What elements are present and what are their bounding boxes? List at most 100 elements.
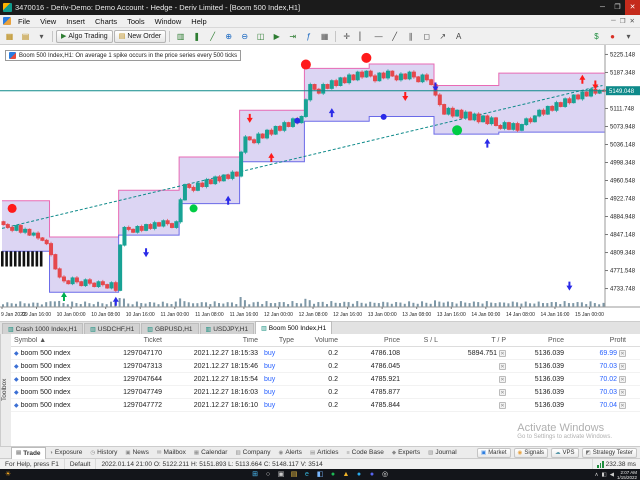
toolbox-tab-mailbox[interactable]: ✉Mailbox: [153, 447, 190, 459]
algo-trading-button[interactable]: ▶Algo Trading: [56, 30, 113, 43]
vertical-line-button[interactable]: ▏: [355, 29, 370, 43]
column-header-sl[interactable]: S / L: [403, 337, 441, 344]
chart-tab-crash-1000-index-h1[interactable]: ▥Crash 1000 Index,H1: [2, 323, 83, 334]
zoom-in-button[interactable]: ⊕: [221, 29, 236, 43]
chart-restore-button[interactable]: ❐: [620, 17, 626, 25]
close-position-button[interactable]: ✕: [619, 402, 626, 409]
column-header-ticket[interactable]: Ticket: [99, 337, 165, 344]
volume-icon[interactable]: ◀: [610, 472, 614, 478]
column-header-tp[interactable]: T / P: [441, 337, 509, 344]
menu-file[interactable]: File: [13, 17, 35, 26]
network-icon[interactable]: ◧: [602, 472, 607, 478]
store-icon[interactable]: ◧: [315, 470, 325, 480]
search-icon[interactable]: ○: [263, 470, 273, 480]
column-header-profit[interactable]: Profit: [567, 337, 629, 344]
browser-icon[interactable]: ◎: [380, 470, 390, 480]
file-explorer-icon[interactable]: ▤: [289, 470, 299, 480]
status-connection[interactable]: 232.38 ms: [593, 461, 640, 468]
timeframes-button[interactable]: ▦: [317, 29, 332, 43]
profiles-dropdown-button[interactable]: ▾: [34, 29, 49, 43]
text-tool-button[interactable]: A: [451, 29, 466, 43]
column-header-price[interactable]: Price: [341, 337, 403, 344]
toolbox-tab-experts[interactable]: ◆Experts: [388, 447, 424, 459]
tray-chevron-icon[interactable]: ∧: [595, 472, 599, 478]
position-row[interactable]: ◆boom 500 index12970477722021.12.27 18:1…: [11, 399, 640, 412]
column-header-symbol[interactable]: Symbol ▲: [11, 337, 99, 344]
weather-icon[interactable]: ☀: [3, 470, 13, 480]
position-row[interactable]: ◆boom 500 index12970473132021.12.27 18:1…: [11, 360, 640, 373]
vps-button[interactable]: ☁VPS: [551, 448, 579, 458]
toolbox-tab-articles[interactable]: ▤Articles: [306, 447, 343, 459]
price-chart[interactable]: 5225.1485187.3485149.5485111.7485073.948…: [0, 45, 640, 321]
menu-insert[interactable]: Insert: [61, 17, 90, 26]
shapes-button[interactable]: ◻: [419, 29, 434, 43]
menu-charts[interactable]: Charts: [90, 17, 122, 26]
chart-minimize-button[interactable]: ─: [611, 17, 616, 25]
equidistant-channel-button[interactable]: ∥: [403, 29, 418, 43]
deposit-button[interactable]: $: [589, 29, 604, 43]
column-header-volume[interactable]: Volume: [297, 337, 341, 344]
toolbox-tab-trade[interactable]: ▤Trade: [11, 447, 46, 459]
close-position-button[interactable]: ✕: [619, 363, 626, 370]
new-order-button[interactable]: ▤New Order: [114, 30, 166, 43]
edge-icon[interactable]: e: [302, 470, 312, 480]
column-header-time[interactable]: Time: [165, 337, 261, 344]
menu-view[interactable]: View: [35, 17, 61, 26]
toolbox-tab-code-base[interactable]: ≡Code Base: [342, 447, 387, 459]
horizontal-line-button[interactable]: ―: [371, 29, 386, 43]
chart-shift-button[interactable]: ⇥: [285, 29, 300, 43]
menu-window[interactable]: Window: [150, 17, 187, 26]
arrows-tool-button[interactable]: ↗: [435, 29, 450, 43]
maximize-button[interactable]: ❐: [610, 0, 625, 15]
position-row[interactable]: ◆boom 500 index12970476442021.12.27 18:1…: [11, 373, 640, 386]
start-icon[interactable]: ⊞: [250, 470, 260, 480]
position-row[interactable]: ◆boom 500 index12970471702021.12.27 18:1…: [11, 347, 640, 360]
indicators-button[interactable]: ƒ: [301, 29, 316, 43]
chart-close-button[interactable]: ✕: [630, 17, 635, 25]
task-view-icon[interactable]: ▣: [276, 470, 286, 480]
chart-tab-boom-500-index-h1[interactable]: ▥Boom 500 Index,H1: [255, 321, 332, 334]
tile-windows-button[interactable]: ◫: [253, 29, 268, 43]
new-chart-button[interactable]: ▦: [2, 29, 17, 43]
close-position-button[interactable]: ✕: [619, 376, 626, 383]
spotify-icon[interactable]: ●: [328, 470, 338, 480]
toolbox-vertical-tab[interactable]: Toolbox: [0, 334, 11, 446]
position-row[interactable]: ◆boom 500 index12970477492021.12.27 18:1…: [11, 386, 640, 399]
close-position-button[interactable]: ✕: [619, 350, 626, 357]
telegram-icon[interactable]: ●: [354, 470, 364, 480]
profiles-button[interactable]: ▤: [18, 29, 33, 43]
crosshair-button[interactable]: ✛: [339, 29, 354, 43]
menu-tools[interactable]: Tools: [122, 17, 150, 26]
toolbox-tab-alerts[interactable]: ◉Alerts: [275, 447, 306, 459]
chart-bars-button[interactable]: ▥: [173, 29, 188, 43]
remove-tp-button[interactable]: ✕: [499, 376, 506, 383]
column-header-type[interactable]: Type: [261, 337, 297, 344]
close-position-button[interactable]: ✕: [619, 389, 626, 396]
record-button[interactable]: ●: [605, 29, 620, 43]
toolbox-tab-journal[interactable]: ▧Journal: [424, 447, 461, 459]
chart-tab-usdchf-h1[interactable]: ▥USDCHF,H1: [84, 323, 140, 334]
toolbox-tab-exposure[interactable]: ◑Exposure: [46, 447, 87, 459]
chart-tab-usdjpy-h1[interactable]: ▥USDJPY,H1: [200, 323, 255, 334]
toolbar-more-button[interactable]: ▾: [621, 29, 636, 43]
metatrader-icon[interactable]: ▲: [341, 470, 351, 480]
strategy-tester-button[interactable]: ◩Strategy Tester: [582, 448, 637, 458]
chart-line-button[interactable]: ╱: [205, 29, 220, 43]
remove-tp-button[interactable]: ✕: [499, 389, 506, 396]
toolbox-tab-company[interactable]: ▥Company: [231, 447, 274, 459]
discord-icon[interactable]: ●: [367, 470, 377, 480]
toolbox-tab-calendar[interactable]: ▦Calendar: [190, 447, 232, 459]
status-profile[interactable]: Default: [65, 459, 97, 470]
toolbox-tab-news[interactable]: ▣News: [121, 447, 152, 459]
remove-tp-button[interactable]: ✕: [499, 363, 506, 370]
chart-candles-button[interactable]: ❚: [189, 29, 204, 43]
signals-button[interactable]: ◉Signals: [514, 448, 549, 458]
remove-tp-button[interactable]: ✕: [499, 350, 506, 357]
column-header-price[interactable]: Price: [509, 337, 567, 344]
taskbar-clock[interactable]: 2:07 AM1/15/2022: [617, 470, 637, 480]
auto-scroll-button[interactable]: ▶: [269, 29, 284, 43]
remove-tp-button[interactable]: ✕: [499, 402, 506, 409]
chart-tab-gbpusd-h1[interactable]: ▥GBPUSD,H1: [141, 323, 198, 334]
zoom-out-button[interactable]: ⊖: [237, 29, 252, 43]
menu-help[interactable]: Help: [186, 17, 211, 26]
